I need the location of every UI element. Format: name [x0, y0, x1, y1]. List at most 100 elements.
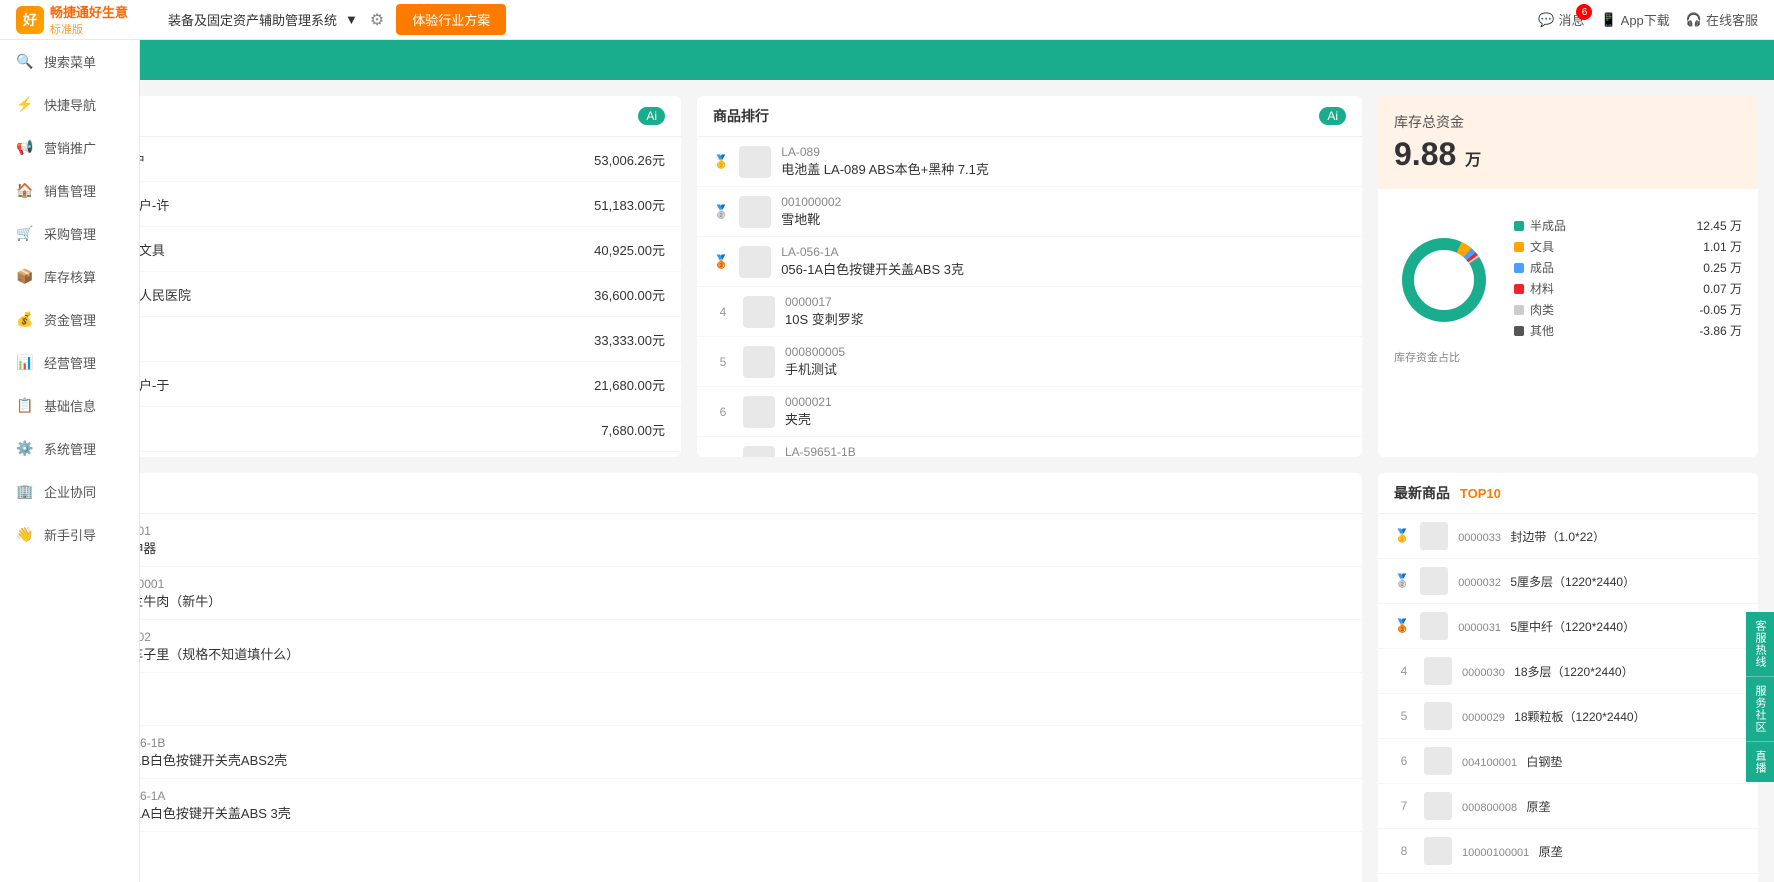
float-btn-service[interactable]: 客服热线 — [1746, 612, 1774, 677]
new-medal-2: 🥈 — [1394, 573, 1410, 589]
float-btn-live[interactable]: 直播 — [1746, 742, 1774, 782]
sidebar-item-operations[interactable]: 📊 经营管理 — [0, 341, 139, 384]
donut-chart — [1394, 230, 1494, 330]
float-buttons: 客服热线 服务社区 直播 — [1746, 612, 1774, 782]
top-section: 客户排行 Ai 🥇 L LS 客户 53,006.26元 🥈 零 — [0, 80, 1774, 457]
product-info-3: LA-056-1A 056-1A白色按键开关盖ABS 3克 — [781, 245, 1346, 278]
topbar-right: 💬 消息 6 📱 App下载 🎧 在线客服 — [1538, 10, 1758, 29]
customer-name-6: 零售客户-于 — [100, 375, 584, 394]
new-product-row-4: 4 0000030 18多层（1220*2440） — [1378, 649, 1758, 694]
system-icon: ⚙️ — [16, 440, 34, 458]
customer-amount-5: 33,333.00元 — [594, 330, 665, 349]
donut-svg — [1394, 230, 1494, 330]
service-icon: 🎧 — [1686, 12, 1702, 28]
sidebar-item-marketing[interactable]: 📢 营销推广 — [0, 126, 139, 169]
rank-num-p4: 4 — [713, 305, 733, 319]
new-product-img-5 — [1424, 702, 1452, 730]
logo-area: 好 畅捷通好生意 标准版 — [16, 2, 156, 37]
legend-item-6: 其他 -3.86 万 — [1514, 322, 1742, 339]
new-product-row-3: 🥉 0000031 5厘中纤（1220*2440） — [1378, 604, 1758, 649]
new-product-info-4: 0000030 18多层（1220*2440） — [1462, 663, 1742, 680]
customer-name-2: 零售客户-许 — [100, 195, 584, 214]
corporate-icon: 🏢 — [16, 483, 34, 501]
sidebar-item-inventory[interactable]: 📦 库存核算 — [0, 255, 139, 298]
new-product-info-1: 0000033 封边带（1.0*22） — [1458, 528, 1742, 545]
customer-name-4: 苍南县人民医院 — [100, 285, 584, 304]
quick-nav-icon: ⚡ — [16, 96, 34, 114]
new-products-title: 最新商品 TOP10 — [1394, 483, 1501, 503]
new-product-info-5: 0000029 18颗粒板（1220*2440） — [1462, 708, 1742, 725]
customer-amount-3: 40,925.00元 — [594, 240, 665, 259]
float-btn-community[interactable]: 服务社区 — [1746, 677, 1774, 742]
product-row-7: 7 LA-59651-1B 59651-1B旋转投影灯电池盒ABS黑色+58克 — [697, 437, 1362, 457]
customer-name-3: 红太阳文具 — [100, 240, 584, 259]
legend-dot-5 — [1514, 305, 1524, 315]
new-product-img-4 — [1424, 657, 1452, 685]
sidebar-item-purchase[interactable]: 🛒 采购管理 — [0, 212, 139, 255]
legend-item-2: 文具 1.01 万 — [1514, 238, 1742, 255]
legend-item-3: 成品 0.25 万 — [1514, 259, 1742, 276]
page-header: 首页 — [0, 40, 1774, 80]
trial-button[interactable]: 体验行业方案 — [396, 4, 506, 35]
new-rank-7: 7 — [1394, 799, 1414, 813]
product-info-2: 001000002 雪地靴 — [781, 195, 1346, 228]
new-medal-3: 🥉 — [1394, 618, 1410, 634]
messages-button[interactable]: 💬 消息 6 — [1538, 10, 1584, 29]
sidebar-item-corporate[interactable]: 🏢 企业协同 — [0, 470, 139, 513]
sidebar-item-system[interactable]: ⚙️ 系统管理 — [0, 427, 139, 470]
new-product-info-6: 004100001 白钢垫 — [1462, 753, 1742, 770]
app-download-button[interactable]: 📱 App下载 — [1600, 10, 1669, 29]
legend-dot-6 — [1514, 326, 1524, 336]
product-row-5: 5 000800005 手机测试 — [697, 337, 1362, 387]
sidebar-item-finance[interactable]: 💰 资金管理 — [0, 298, 139, 341]
product-info-4: 0000017 10S 变刺罗浆 — [785, 295, 1346, 328]
sidebar-item-sales[interactable]: 🏠 销售管理 — [0, 169, 139, 212]
inventory-legend: 半成品 12.45 万 文具 1.01 万 成品 0.25 万 — [1514, 217, 1742, 343]
hot-products-header: 热销商品 TOP10 — [16, 473, 1362, 514]
chevron-down-icon: ▼ — [345, 12, 358, 27]
new-product-img-7 — [1424, 792, 1452, 820]
product-img-6 — [743, 396, 775, 428]
product-info-5: 000800005 手机测试 — [785, 345, 1346, 378]
full-layout: 🔍 搜索菜单 ⚡ 快捷导航 📢 营销推广 🏠 销售管理 🛒 采购管理 📦 库存核… — [0, 40, 1774, 882]
sidebar-item-basic-info[interactable]: 📋 基础信息 — [0, 384, 139, 427]
sidebar-item-quick-nav[interactable]: ⚡ 快捷导航 — [0, 83, 139, 126]
legend-dot-2 — [1514, 242, 1524, 252]
system-selector[interactable]: 装备及固定资产辅助管理系统 ▼ — [168, 10, 358, 29]
hot-product-row-4: 4 01 45# — [16, 673, 1362, 726]
new-product-row-6: 6 004100001 白钢垫 — [1378, 739, 1758, 784]
sidebar-item-guide[interactable]: 👋 新手引导 — [0, 513, 139, 556]
logo-text: 畅捷通好生意 标准版 — [50, 2, 128, 37]
new-product-img-2 — [1420, 567, 1448, 595]
new-products-card: 最新商品 TOP10 🥇 0000033 封边带（1.0*22） — [1378, 473, 1758, 882]
sidebar-item-search[interactable]: 🔍 搜索菜单 — [0, 40, 139, 83]
inventory-unit: 万 — [1465, 152, 1481, 169]
customer-name-5: 星扬 — [100, 330, 584, 349]
customer-ai-badge: Ai — [638, 107, 665, 125]
new-rank-4: 4 — [1394, 664, 1414, 678]
new-product-row-7: 7 000800008 原垄 — [1378, 784, 1758, 829]
product-row-2: 🥈 001000002 雪地靴 — [697, 187, 1362, 237]
hot-product-row-2: 🥈 000500001 新西兰牛肉（新牛） — [16, 567, 1362, 620]
product-ranking-title: 商品排行 — [713, 106, 769, 126]
gear-icon[interactable]: ⚙ — [370, 10, 384, 30]
message-icon: 💬 — [1538, 12, 1554, 28]
online-service-button[interactable]: 🎧 在线客服 — [1686, 10, 1758, 29]
product-row-4: 4 0000017 10S 变刺罗浆 — [697, 287, 1362, 337]
operations-icon: 📊 — [16, 354, 34, 372]
new-products-list: 🥇 0000033 封边带（1.0*22） 🥈 — [1378, 514, 1758, 882]
page-body: 首页 客户排行 Ai 🥇 L LS 客户 53,006.26元 — [0, 40, 1774, 882]
logo-icon: 好 — [16, 6, 44, 34]
guide-icon: 👋 — [16, 526, 34, 544]
rank-num-p6: 6 — [713, 405, 733, 419]
inventory-chart-section: 半成品 12.45 万 文具 1.01 万 成品 0.25 万 — [1378, 189, 1758, 381]
customer-amount-4: 36,600.00元 — [594, 285, 665, 304]
legend-item-1: 半成品 12.45 万 — [1514, 217, 1742, 234]
product-img-3 — [739, 246, 771, 278]
basic-info-icon: 📋 — [16, 397, 34, 415]
hot-products-card: 热销商品 TOP10 🥇 0000001 中华神器 — [16, 473, 1362, 882]
hot-product-row-6: 6 LA-056-1A 056-1A白色按键开关盖ABS 3壳 — [16, 779, 1362, 832]
new-product-info-8: 10000100001 原垄 — [1462, 843, 1742, 860]
new-product-info-3: 0000031 5厘中纤（1220*2440） — [1458, 618, 1742, 635]
new-product-row-9: 9 0000028 体椒荔枝味苏打饮品400毫升（1*15） — [1378, 874, 1758, 882]
